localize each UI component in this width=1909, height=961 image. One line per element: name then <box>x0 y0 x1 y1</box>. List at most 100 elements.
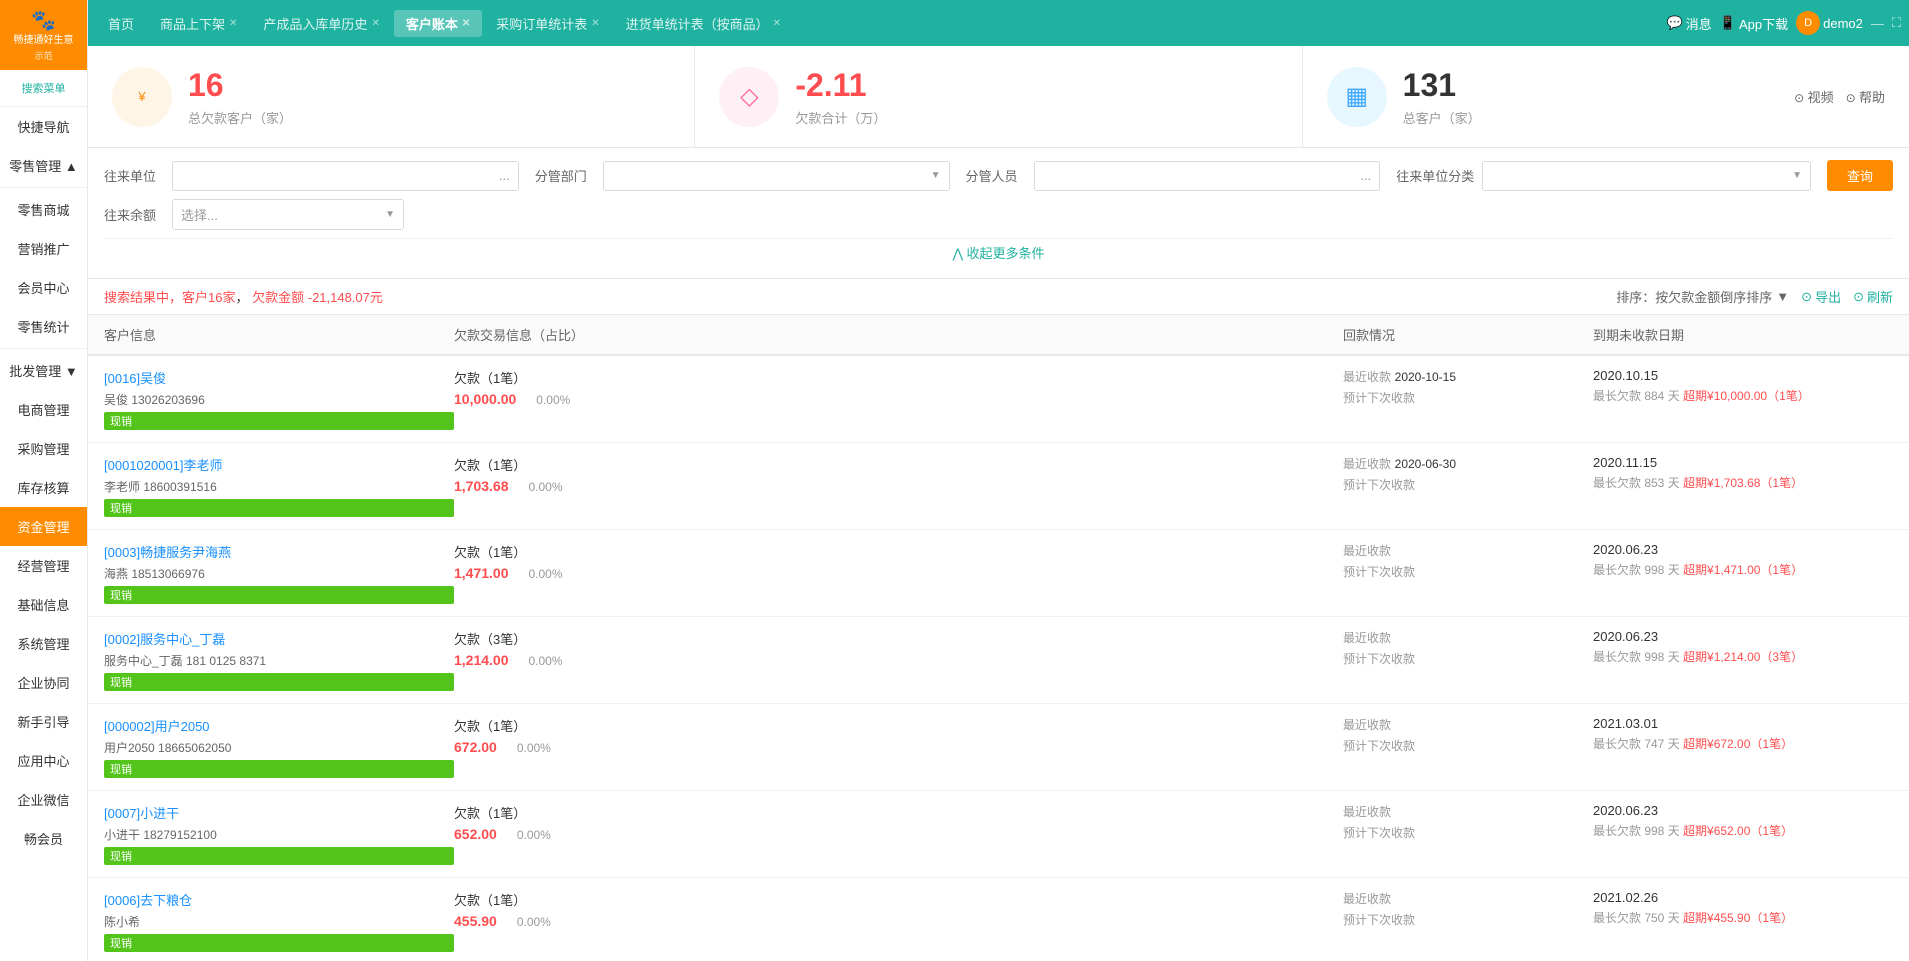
sort-btn[interactable]: 排序：按欠款金额倒序排序 ▼ <box>1616 287 1789 306</box>
stat-info-debt-customers: 16 总欠款客户（家） <box>188 66 292 127</box>
customer-name-link[interactable]: [0006]去下粮仓 <box>104 890 454 909</box>
sidebar-item-newbie[interactable]: 新手引导 <box>0 702 87 741</box>
query-button[interactable]: 查询 <box>1827 160 1893 191</box>
overdue-days: 最长欠款 884 天 超期¥10,000.00（1笔） <box>1593 387 1893 404</box>
overdue-link[interactable]: 超期¥672.00（1笔） <box>1683 737 1793 751</box>
tab-close-product-offshelf[interactable]: ✕ <box>229 18 237 29</box>
tab-close-instock-stats[interactable]: ✕ <box>773 18 781 29</box>
debt-info-row-0016: 欠款（1笔） 10,000.00 0.00% <box>454 368 1343 407</box>
debt-count: 欠款（1笔） <box>454 890 1343 909</box>
filter-partner: 往来单位 ... <box>104 161 519 191</box>
sidebar-item-purchase[interactable]: 采购管理 <box>0 429 87 468</box>
sidebar-search[interactable]: 搜索菜单 <box>0 70 87 107</box>
customer-name-link[interactable]: [0007]小进干 <box>104 803 454 822</box>
sidebar-item-enterprise[interactable]: 企业协同 <box>0 663 87 702</box>
customer-phone: 吴俊 13026203696 <box>104 391 454 408</box>
download-icon: 📱 <box>1720 15 1736 31</box>
filter-partner-category-select[interactable]: ▼ <box>1482 161 1811 191</box>
window-maximize[interactable]: ⛶ <box>1892 15 1901 31</box>
sidebar-item-apps[interactable]: 应用中心 <box>0 741 87 780</box>
stat-icon-debt-customers: ¥ <box>112 67 172 127</box>
customer-phone: 海燕 18513066976 <box>104 565 454 582</box>
sidebar-item-ecommerce[interactable]: 电商管理 <box>0 390 87 429</box>
sidebar-item-marketing[interactable]: 营销推广 <box>0 229 87 268</box>
sidebar-logo[interactable]: 🐾 畅捷通好生意 示范 <box>0 0 87 70</box>
topbar: 首页 商品上下架 ✕ 产成品入库单历史 ✕ 客户账本 ✕ 采购订单统计表 ✕ 进… <box>88 0 1909 46</box>
customer-phone: 小进干 18279152100 <box>104 826 454 843</box>
customer-info-row-0003: [0003]畅捷服务尹海燕 海燕 18513066976 现销 <box>104 542 454 604</box>
customer-name-link[interactable]: [0002]服务中心_丁磊 <box>104 629 454 648</box>
overdue-link[interactable]: 超期¥1,471.00（1笔） <box>1683 563 1803 577</box>
filter-manager-input[interactable]: ... <box>1034 161 1381 191</box>
recovery-info-row-0002: 最近收款 预计下次收款 <box>1343 629 1593 667</box>
filter-department: 分管部门 ▼ <box>535 161 950 191</box>
debt-amount: 652.00 <box>454 826 497 842</box>
sidebar-item-retail-stats[interactable]: 零售统计 <box>0 307 87 346</box>
collapse-icon: ⋀ <box>952 246 963 261</box>
filter-department-select[interactable]: ▼ <box>603 161 950 191</box>
export-btn[interactable]: ⊙ 导出 <box>1801 287 1841 306</box>
last-payment-date: 2020-10-15 <box>1395 370 1456 384</box>
sidebar-item-system[interactable]: 系统管理 <box>0 624 87 663</box>
th-due-date: 到期未收款日期 <box>1593 325 1893 344</box>
sidebar-item-wecom[interactable]: 企业微信 <box>0 780 87 819</box>
customer-name-link[interactable]: [0003]畅捷服务尹海燕 <box>104 542 454 561</box>
result-actions: 排序：按欠款金额倒序排序 ▼ ⊙ 导出 ⊙ 刷新 <box>1616 287 1893 306</box>
tab-purchase-order-stats[interactable]: 采购订单统计表 ✕ <box>484 10 611 37</box>
refresh-btn[interactable]: ⊙ 刷新 <box>1853 287 1893 306</box>
topbar-tabs: 首页 商品上下架 ✕ 产成品入库单历史 ✕ 客户账本 ✕ 采购订单统计表 ✕ 进… <box>96 10 1667 37</box>
app-download-btn[interactable]: 📱 App下载 <box>1720 14 1788 33</box>
help-btn[interactable]: ⊙ 帮助 <box>1846 87 1885 106</box>
filter-balance-select[interactable]: 选择... ▼ <box>172 199 404 230</box>
balance-arrow-icon: ▼ <box>385 209 395 220</box>
sidebar-item-inventory[interactable]: 库存核算 <box>0 468 87 507</box>
last-payment-label: 最近收款 <box>1343 718 1391 732</box>
video-btn[interactable]: ⊙ 视频 <box>1794 87 1833 106</box>
customer-name-link[interactable]: [0016]吴俊 <box>104 368 454 387</box>
collapse-btn[interactable]: ⋀ 收起更多条件 <box>104 238 1893 266</box>
sidebar-item-vip[interactable]: 畅会员 <box>0 819 87 858</box>
stat-card-total-customers: ▦ 131 总客户（家） ⊙ 视频 ⊙ 帮助 <box>1303 46 1909 147</box>
customer-name-link[interactable]: [000002]用户2050 <box>104 716 454 735</box>
tab-product-instock[interactable]: 产成品入库单历史 ✕ <box>251 10 391 37</box>
sidebar-item-finance[interactable]: 资金管理 <box>0 507 87 546</box>
sidebar-item-retail-mgmt[interactable]: 零售管理 ▲ <box>0 146 87 185</box>
user-avatar[interactable]: D demo2 <box>1796 11 1863 35</box>
filter-partner-input[interactable]: ... <box>172 161 519 191</box>
table-header: 客户信息 欠款交易信息（占比） 回款情况 到期未收款日期 <box>88 315 1909 356</box>
message-btn[interactable]: 💬 消息 <box>1667 14 1712 33</box>
tab-instock-stats[interactable]: 进货单统计表（按商品） ✕ <box>614 10 793 37</box>
stat-value-total-customers: 131 <box>1403 66 1481 104</box>
sidebar-item-quick-nav[interactable]: 快捷导航 <box>0 107 87 146</box>
overdue-link[interactable]: 超期¥455.90（1笔） <box>1683 911 1793 925</box>
tab-customer-account[interactable]: 客户账本 ✕ <box>394 10 482 37</box>
tab-home[interactable]: 首页 <box>96 10 146 37</box>
tab-close-product-instock[interactable]: ✕ <box>371 18 379 29</box>
customer-name-link[interactable]: [0001020001]李老师 <box>104 455 454 474</box>
overdue-link[interactable]: 超期¥1,703.68（1笔） <box>1683 476 1803 490</box>
overdue-days: 最长欠款 998 天 超期¥1,214.00（3笔） <box>1593 648 1893 665</box>
overdue-link[interactable]: 超期¥652.00（1笔） <box>1683 824 1793 838</box>
tab-close-customer-account[interactable]: ✕ <box>462 18 470 29</box>
overdue-days: 最长欠款 998 天 超期¥1,471.00（1笔） <box>1593 561 1893 578</box>
overdue-days: 最长欠款 747 天 超期¥672.00（1笔） <box>1593 735 1893 752</box>
sidebar-item-member[interactable]: 会员中心 <box>0 268 87 307</box>
sidebar-item-retail-mall[interactable]: 零售商城 <box>0 190 87 229</box>
sidebar-item-basic[interactable]: 基础信息 <box>0 585 87 624</box>
next-payment-label: 预计下次收款 <box>1343 911 1593 928</box>
overdue-link[interactable]: 超期¥10,000.00（1笔） <box>1683 389 1810 403</box>
filter-manager-label: 分管人员 <box>966 166 1026 185</box>
overdue-info-row-0002: 2020.06.23 最长欠款 998 天 超期¥1,214.00（3笔） <box>1593 629 1893 665</box>
tab-product-offshelf[interactable]: 商品上下架 ✕ <box>148 10 249 37</box>
overdue-link[interactable]: 超期¥1,214.00（3笔） <box>1683 650 1803 664</box>
tab-close-purchase-order-stats[interactable]: ✕ <box>591 18 599 29</box>
window-minimize[interactable]: — <box>1871 16 1884 31</box>
next-payment-label: 预计下次收款 <box>1343 389 1593 406</box>
sidebar-item-batch-mgmt[interactable]: 批发管理 ▼ <box>0 351 87 390</box>
message-icon: 💬 <box>1667 15 1683 31</box>
customer-info-row-0007: [0007]小进干 小进干 18279152100 现销 <box>104 803 454 865</box>
table-row: [000002]用户2050 用户2050 18665062050 现销 欠款（… <box>88 704 1909 791</box>
customer-info-row-0016: [0016]吴俊 吴俊 13026203696 现销 <box>104 368 454 430</box>
debt-amount: 1,703.68 <box>454 478 509 494</box>
sidebar-item-operations[interactable]: 经营管理 <box>0 546 87 585</box>
